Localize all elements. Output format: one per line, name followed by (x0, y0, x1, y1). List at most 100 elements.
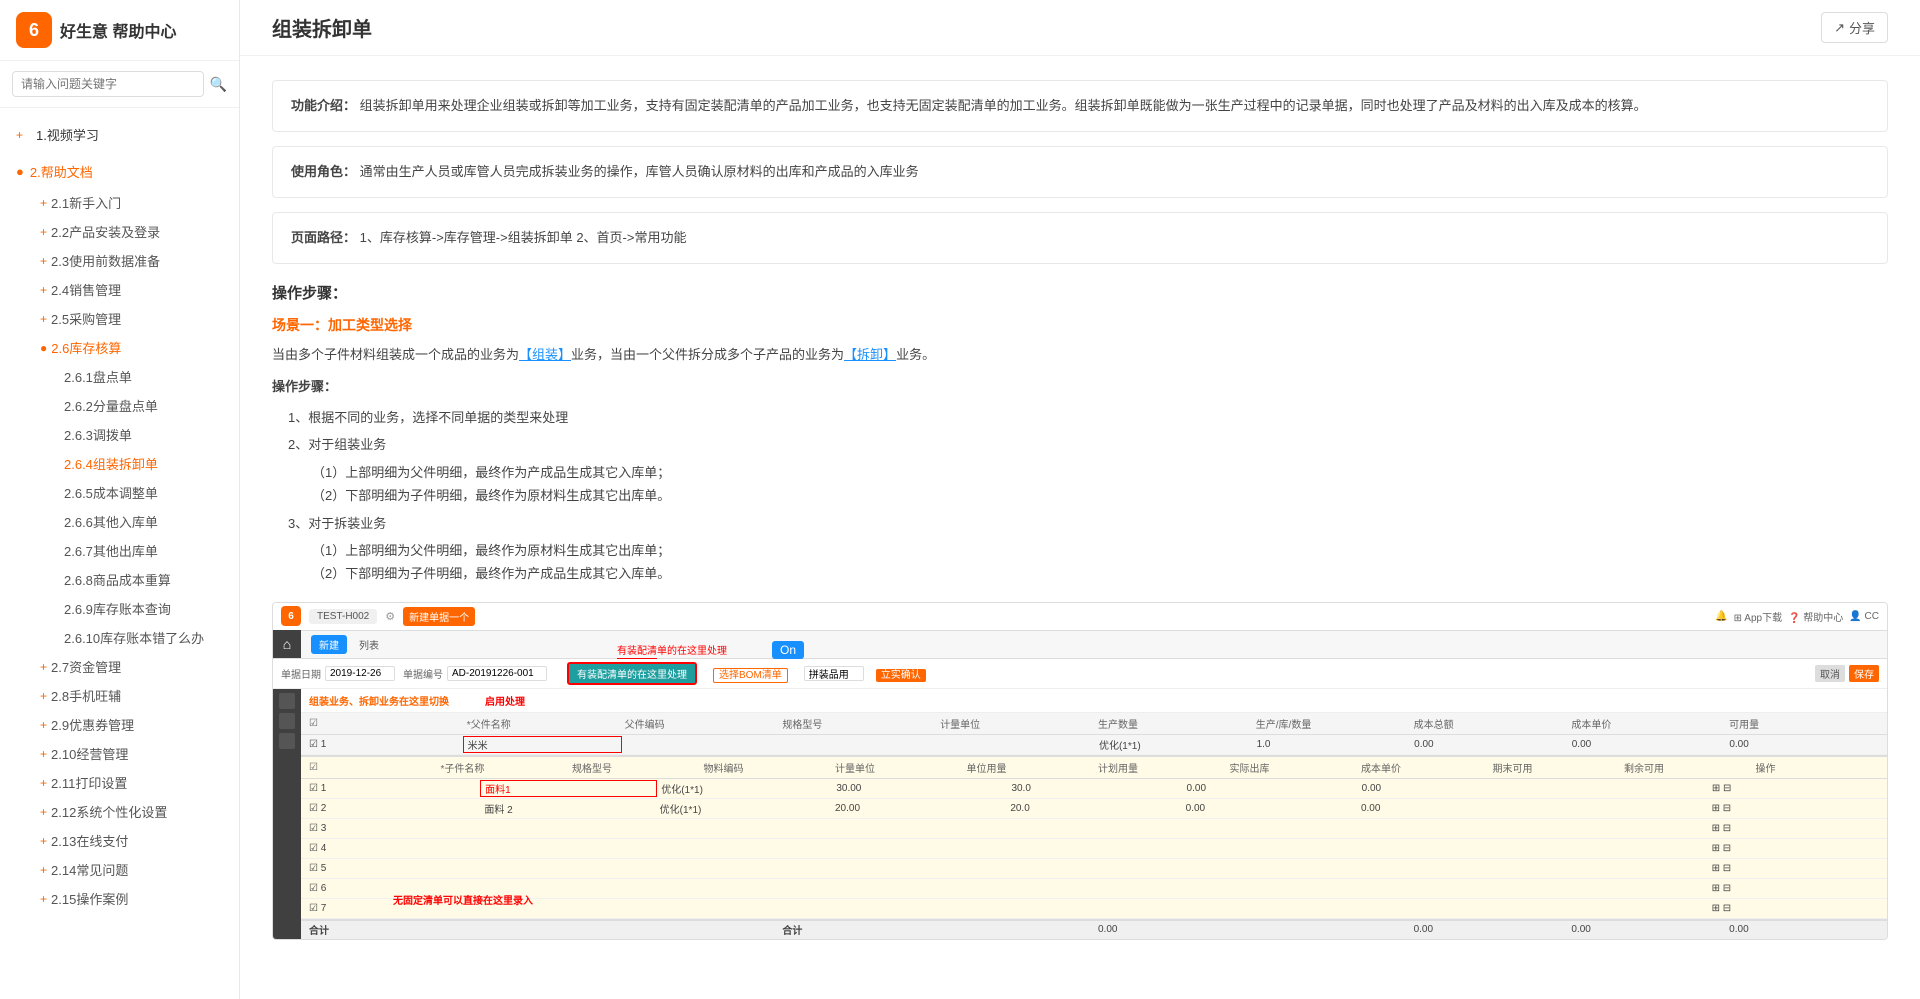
mock-type-input[interactable] (804, 666, 864, 681)
mock-tab-new[interactable]: 新建 (311, 635, 347, 654)
sidebar-item-transfer[interactable]: 2.6.3调拨单 (28, 420, 239, 449)
plus-icon-2.13: + (40, 834, 47, 848)
sidebar-item-assembly[interactable]: 2.6.4组装拆卸单 (28, 449, 239, 478)
sidebar-item-newbie[interactable]: + 2.1新手入门 (16, 188, 239, 217)
sidebar-item-videos[interactable]: + 1.视频学习 (0, 118, 239, 151)
sidebar-item-faq[interactable]: + 2.14常见问题 (16, 855, 239, 884)
sidebar-item-cost-recalc[interactable]: 2.6.8商品成本重算 (28, 565, 239, 594)
mock-bottom-table-header: ☑ *子件名称 规格型号 物料编码 计量单位 单位用量 计划用量 实际出库 成本… (301, 757, 1887, 779)
status-on-badge[interactable]: On (772, 641, 804, 659)
plus-icon-2.4: + (40, 283, 47, 297)
operations-heading: 操作步骤： (272, 282, 1888, 303)
mock-left-icon-2 (279, 713, 295, 729)
main-content: 功能介绍： 组装拆卸单用来处理企业组装或拆卸等加工业务，支持有固定装配清单的产品… (240, 56, 1920, 999)
mock-bell-icon: 🔔 (1715, 611, 1727, 622)
mock-th-4: 计量单位 (936, 716, 1094, 731)
plus-icon-2.14: + (40, 863, 47, 877)
sidebar-item-print[interactable]: + 2.11打印设置 (16, 768, 239, 797)
mock-right-actions: 取消 保存 (1815, 665, 1879, 682)
sidebar-item-finance[interactable]: + 2.7资金管理 (16, 652, 239, 681)
mock-bth-9: 期末可用 (1489, 760, 1621, 775)
search-button[interactable]: 🔍 (210, 76, 227, 93)
mock-home-icon: ⌂ (283, 636, 291, 652)
mock-footer-totals: 合计 合计 0.00 0.00 0.00 0.00 (301, 919, 1887, 939)
mock-confirm-btn[interactable]: 立实确认 (876, 666, 926, 681)
mock-th-2: 父件编码 (621, 716, 779, 731)
mock-select-bom-label: 选择BOM清单 (713, 668, 788, 683)
sidebar-item-stock-error[interactable]: 2.6.10库存账本错了么办 (28, 623, 239, 652)
sidebar: 6 好生意 帮助中心 🔍 + 1.视频学习 ● 2.帮助文档 + 2.1新手入门 (0, 0, 240, 999)
sidebar-item-docs[interactable]: ● 2.帮助文档 (0, 155, 239, 188)
share-button[interactable]: ↗ 分享 (1821, 12, 1888, 43)
mock-bth-3: 物料编码 (700, 760, 832, 775)
feature-intro-text: 组装拆卸单用来处理企业组装或拆卸等加工业务，支持有固定装配清单的产品加工业务，也… (360, 98, 1647, 113)
sidebar-item-stocktake[interactable]: 2.6.1盘点单 (28, 362, 239, 391)
sidebar-item-install[interactable]: + 2.2产品安装及登录 (16, 217, 239, 246)
sidebar-item-partial-stocktake[interactable]: 2.6.2分量盘点单 (28, 391, 239, 420)
mock-bth-2: 规格型号 (568, 760, 700, 775)
mock-btr-7: ☑ 7 ⊞ ⊟ (301, 899, 1887, 919)
mock-num-label: 单据编号 (403, 666, 443, 681)
mock-bth-6: 计划用量 (1094, 760, 1226, 775)
mock-tabs: ⌂ 新建 列表 (273, 631, 1887, 659)
mock-num-input[interactable] (447, 666, 547, 681)
mock-process-label: 启用处理 (485, 697, 525, 708)
mock-bth-8: 成本单价 (1357, 760, 1489, 775)
step-list: 1、根据不同的业务，选择不同单据的类型来处理 2、对于组装业务 （1）上部明细为… (288, 406, 1888, 586)
mock-left-icon-1 (279, 693, 295, 709)
sidebar-item-other-out[interactable]: 2.6.7其他出库单 (28, 536, 239, 565)
scene1-desc: 当由多个子件材料组装成一个成品的业务为【组装】业务，当由一个父件拆分成多个子产品… (272, 343, 1888, 366)
mock-save-btn[interactable]: 保存 (1849, 665, 1879, 682)
sidebar-item-operations[interactable]: + 2.10经营管理 (16, 739, 239, 768)
app-logo: 6 (16, 12, 52, 48)
mock-select-bom-btn[interactable]: 选择BOM清单 (713, 666, 788, 681)
mock-date-input[interactable] (325, 666, 395, 681)
sidebar-item-inventory[interactable]: ● 2.6库存核算 (16, 333, 239, 362)
mock-th-3: 规格型号 (778, 716, 936, 731)
mock-settings-icon: ⚙ (385, 610, 395, 623)
search-input[interactable] (12, 71, 204, 97)
mock-bth-7: 实际出库 (1226, 760, 1358, 775)
sidebar-item-stock-ledger[interactable]: 2.6.9库存账本查询 (28, 594, 239, 623)
sidebar-item-coupon[interactable]: + 2.9优惠券管理 (16, 710, 239, 739)
mock-th-9: 可用量 (1725, 716, 1883, 731)
nav-sub-items-2: + 2.1新手入门 + 2.2产品安装及登录 + 2.3使用前数据准备 + 2.… (0, 188, 239, 913)
sidebar-item-sales[interactable]: + 2.4销售管理 (16, 275, 239, 304)
mock-td-available: 0.00 (1725, 739, 1883, 750)
mock-left-icon-3 (279, 733, 295, 749)
mock-td-cost-total: 0.00 (1410, 739, 1568, 750)
link-assembly: 【组装】 (519, 347, 571, 362)
mock-confirm-label: 立实确认 (876, 669, 926, 682)
mock-btr-3: ☑ 3 ⊞ ⊟ (301, 819, 1887, 839)
mock-top-table-header: ☑ *父件名称 父件编码 规格型号 计量单位 生产数量 生产/库/数量 成本总额… (301, 713, 1887, 735)
mock-bth-11: 操作 (1752, 760, 1884, 775)
sidebar-item-cases[interactable]: + 2.15操作案例 (16, 884, 239, 913)
mock-bottom-table: ☑ *子件名称 规格型号 物料编码 计量单位 单位用量 计划用量 实际出库 成本… (301, 757, 1887, 919)
app-title: 好生意 帮助中心 (60, 18, 176, 42)
plus-icon-2.11: + (40, 776, 47, 790)
mock-cancel-btn[interactable]: 取消 (1815, 665, 1845, 682)
sidebar-item-payment[interactable]: + 2.13在线支付 (16, 826, 239, 855)
mock-td-actual: 1.0 (1253, 739, 1411, 750)
mock-section-label: 组装业务、拆卸业务在这里切换 (309, 693, 449, 708)
mock-user-icon: 👤 CC (1849, 611, 1879, 622)
mock-td-name: 米米 (463, 736, 623, 753)
mock-btr-2: ☑ 2 面料 2 优化(1*1) 20.00 20.0 0.00 0.00 ⊞ … (301, 799, 1887, 819)
sidebar-item-cost-adjust[interactable]: 2.6.5成本调整单 (28, 478, 239, 507)
sidebar-item-settings[interactable]: + 2.12系统个性化设置 (16, 797, 239, 826)
sidebar-item-data-prep[interactable]: + 2.3使用前数据准备 (16, 246, 239, 275)
sidebar-item-mobile[interactable]: + 2.8手机旺辅 (16, 681, 239, 710)
mock-top-icons: 🔔 ⊞ App下载 ❓ 帮助中心 👤 CC (1715, 609, 1879, 624)
mock-th-8: 成本单价 (1567, 716, 1725, 731)
mock-logo: 6 (281, 606, 301, 626)
sidebar-header: 6 好生意 帮助中心 (0, 0, 239, 61)
mock-toolbar: 单据日期 单据编号 有装配清单的在这里处理 有装配清单的在这里处理 (273, 659, 1887, 689)
mock-bth-1: *子件名称 (437, 760, 569, 775)
mock-body: 组装业务、拆卸业务在这里切换 启用处理 ☑ *父件名称 父件编码 (273, 689, 1887, 939)
step2: 2、对于组装业务 (288, 433, 1888, 456)
nav-sub-sub-items-2.6: 2.6.1盘点单 2.6.2分量盘点单 2.6.3调拨单 2.6.4组装拆卸单 … (16, 362, 239, 652)
mock-new-doc-btn[interactable]: 新建单据一个 (403, 607, 475, 626)
sidebar-item-other-in[interactable]: 2.6.6其他入库单 (28, 507, 239, 536)
mock-tab-list[interactable]: 列表 (351, 635, 387, 654)
sidebar-item-purchase[interactable]: + 2.5采购管理 (16, 304, 239, 333)
